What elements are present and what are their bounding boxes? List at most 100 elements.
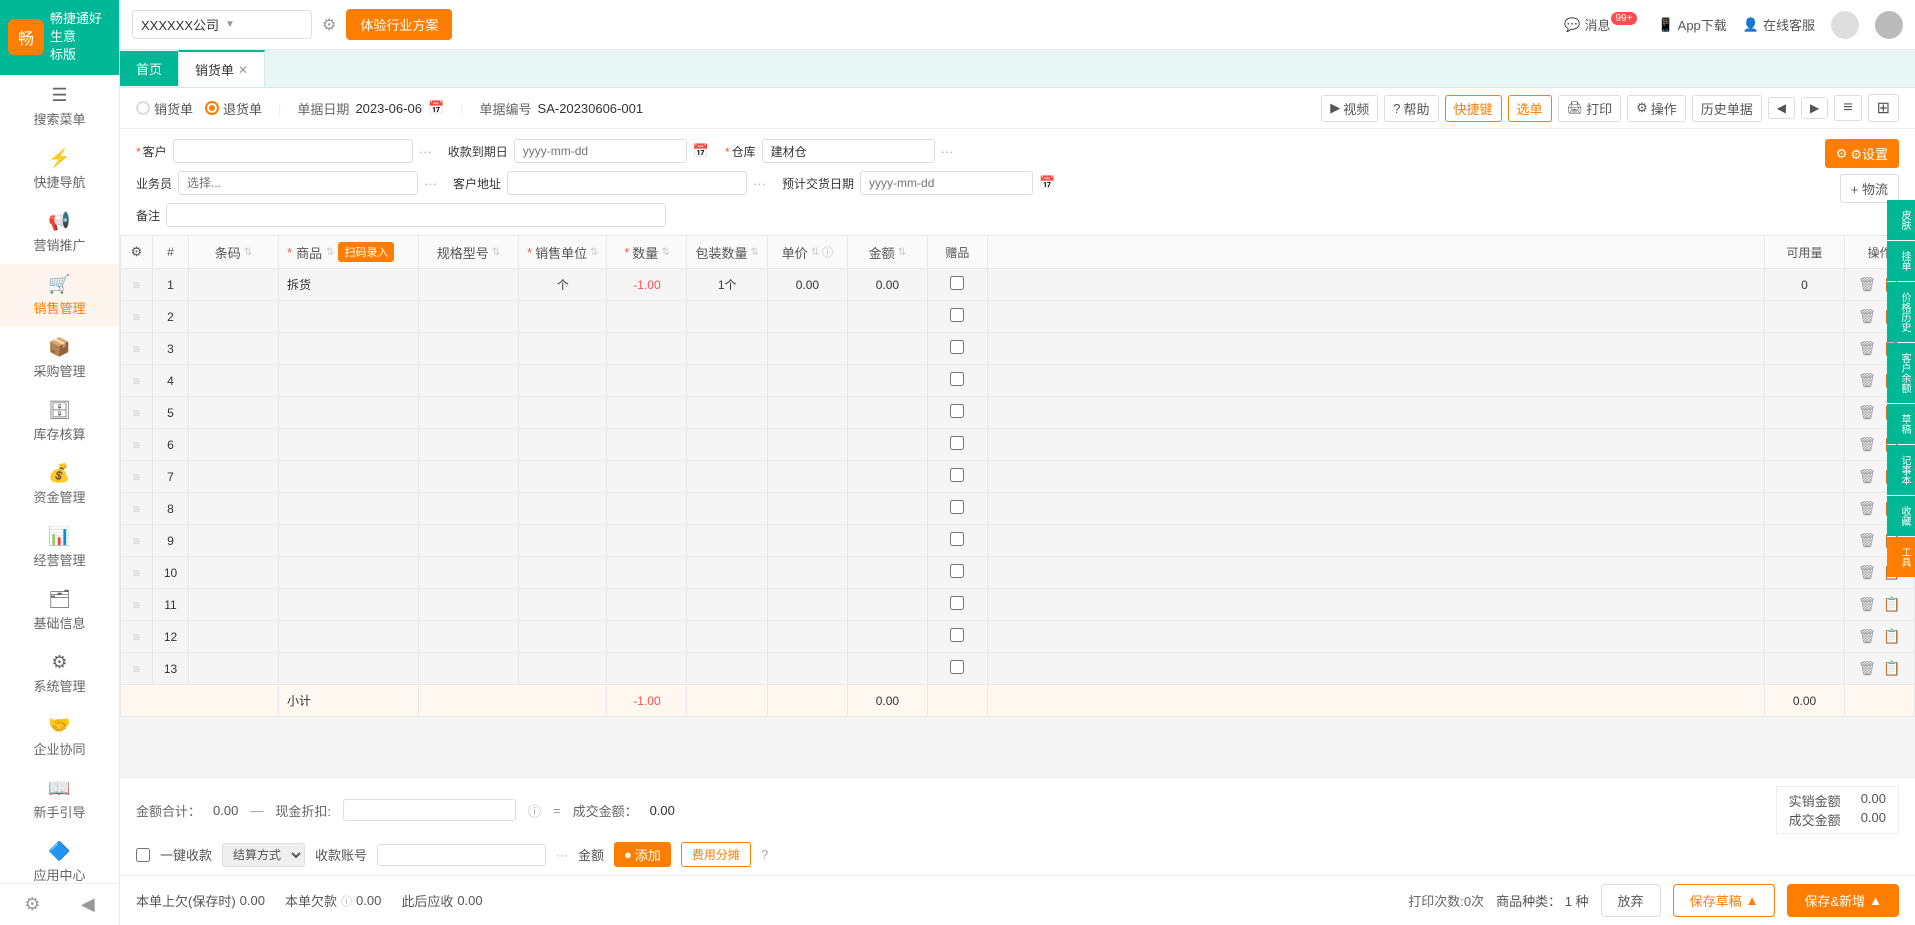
row-unit[interactable] — [519, 397, 607, 429]
row-drag[interactable]: ≡ — [121, 333, 153, 365]
row-qty[interactable] — [607, 621, 687, 653]
save-draft-button[interactable]: 保存草稿 ▲ — [1673, 884, 1776, 917]
app-download-item[interactable]: 📱 App下载 — [1657, 15, 1726, 34]
row-barcode[interactable] — [189, 461, 279, 493]
row-pkgqty[interactable] — [687, 557, 767, 589]
row-spec[interactable] — [419, 525, 519, 557]
row-product[interactable] — [279, 301, 419, 333]
row-drag[interactable]: ≡ — [121, 269, 153, 301]
help-btn[interactable]: ? 帮助 — [1384, 95, 1438, 122]
delete-icon[interactable]: 🗑 — [1858, 564, 1876, 580]
row-price[interactable] — [767, 621, 847, 653]
sale-order-radio[interactable]: 销货单 — [136, 99, 193, 118]
row-gift[interactable] — [927, 653, 987, 685]
sidebar-item-采购管理[interactable]: 📦采购管理 — [0, 327, 119, 390]
row-drag[interactable]: ≡ — [121, 589, 153, 621]
row-qty[interactable] — [607, 429, 687, 461]
delete-icon[interactable]: 🗑 — [1858, 628, 1876, 644]
delete-icon[interactable]: 🗑 — [1858, 436, 1876, 452]
shortcut-btn[interactable]: 快捷键 — [1445, 95, 1502, 122]
tab-close-icon[interactable]: ✕ — [238, 63, 248, 77]
row-barcode[interactable] — [189, 333, 279, 365]
company-selector[interactable]: XXXXXX公司 ▼ — [132, 10, 312, 39]
copy-icon[interactable]: 📋 — [1883, 660, 1900, 676]
next-btn[interactable]: ▶ — [1801, 97, 1828, 119]
expense-help-icon[interactable]: ? — [761, 847, 768, 862]
select-btn[interactable]: 选单 — [1508, 95, 1552, 122]
th-settings[interactable]: ⚙ — [121, 236, 153, 269]
row-price[interactable] — [767, 333, 847, 365]
row-product[interactable] — [279, 525, 419, 557]
sidebar-item-库存核算[interactable]: 🗄库存核算 — [0, 390, 119, 453]
sidebar-item-搜索菜单[interactable]: ☰搜索菜单 — [0, 75, 119, 138]
row-amount[interactable] — [847, 429, 927, 461]
row-amount[interactable] — [847, 461, 927, 493]
row-barcode[interactable] — [189, 429, 279, 461]
sidebar-settings-icon[interactable]: ⚙ — [24, 894, 40, 915]
row-product[interactable] — [279, 589, 419, 621]
row-unit[interactable] — [519, 333, 607, 365]
add-button[interactable]: ● 添加 — [614, 842, 671, 867]
row-amount[interactable] — [847, 589, 927, 621]
row-amount[interactable]: 0.00 — [847, 269, 927, 301]
row-qty[interactable] — [607, 365, 687, 397]
row-pkgqty[interactable] — [687, 525, 767, 557]
row-product[interactable] — [279, 557, 419, 589]
row-pkgqty[interactable] — [687, 365, 767, 397]
prev-btn[interactable]: ◀ — [1768, 97, 1795, 119]
delete-icon[interactable]: 🗑 — [1858, 532, 1876, 548]
delete-icon[interactable]: 🗑 — [1858, 308, 1876, 324]
row-product[interactable] — [279, 397, 419, 429]
row-gift[interactable] — [927, 269, 987, 301]
row-unit[interactable] — [519, 653, 607, 685]
sidebar-item-销售管理[interactable]: 🛒销售管理 — [0, 264, 119, 327]
delete-icon[interactable]: 🗑 — [1858, 404, 1876, 420]
rfloat-btn-7[interactable]: 工具 — [1887, 537, 1915, 577]
row-price[interactable] — [767, 653, 847, 685]
row-pkgqty[interactable] — [687, 621, 767, 653]
row-price[interactable] — [767, 525, 847, 557]
row-unit[interactable] — [519, 589, 607, 621]
sidebar-item-系统管理[interactable]: ⚙系统管理 — [0, 642, 119, 705]
row-pkgqty[interactable] — [687, 461, 767, 493]
cash-discount-input[interactable] — [343, 799, 516, 821]
row-gift[interactable] — [927, 461, 987, 493]
row-amount[interactable] — [847, 621, 927, 653]
row-pkgqty[interactable] — [687, 589, 767, 621]
row-product[interactable] — [279, 333, 419, 365]
row-gift[interactable] — [927, 525, 987, 557]
row-product[interactable] — [279, 621, 419, 653]
sidebar-item-经营管理[interactable]: 📊经营管理 — [0, 516, 119, 579]
row-drag[interactable]: ≡ — [121, 621, 153, 653]
rfloat-btn-0[interactable]: 皮肤 — [1887, 200, 1915, 240]
delete-icon[interactable]: 🗑 — [1858, 276, 1876, 292]
rfloat-btn-2[interactable]: 价格历史 — [1887, 282, 1915, 342]
row-drag[interactable]: ≡ — [121, 653, 153, 685]
row-gift[interactable] — [927, 493, 987, 525]
due-date-calendar-icon[interactable]: 📅 — [693, 143, 709, 159]
sidebar-item-基础信息[interactable]: 🗂基础信息 — [0, 579, 119, 642]
row-spec[interactable] — [419, 269, 519, 301]
row-qty[interactable] — [607, 397, 687, 429]
avatar[interactable] — [1831, 11, 1859, 39]
row-unit[interactable] — [519, 525, 607, 557]
row-unit[interactable]: 个 — [519, 269, 607, 301]
row-barcode[interactable] — [189, 653, 279, 685]
row-amount[interactable] — [847, 397, 927, 429]
calendar-icon[interactable]: 📅 — [428, 100, 444, 116]
video-btn[interactable]: ▶ 视频 — [1321, 95, 1378, 122]
due-date-input[interactable] — [514, 139, 687, 163]
row-unit[interactable] — [519, 621, 607, 653]
row-price[interactable] — [767, 557, 847, 589]
row-spec[interactable] — [419, 397, 519, 429]
return-order-radio[interactable]: 退货单 — [205, 99, 262, 118]
row-gift[interactable] — [927, 333, 987, 365]
scan-btn[interactable]: 扫码录入 — [338, 242, 394, 262]
row-price[interactable] — [767, 397, 847, 429]
row-unit[interactable] — [519, 557, 607, 589]
message-item[interactable]: 💬 消息 99+ — [1564, 15, 1641, 34]
row-pkgqty[interactable] — [687, 493, 767, 525]
settings-icon[interactable]: ⚙ — [322, 15, 336, 35]
row-drag[interactable]: ≡ — [121, 461, 153, 493]
sidebar-item-营销推广[interactable]: 📢营销推广 — [0, 201, 119, 264]
